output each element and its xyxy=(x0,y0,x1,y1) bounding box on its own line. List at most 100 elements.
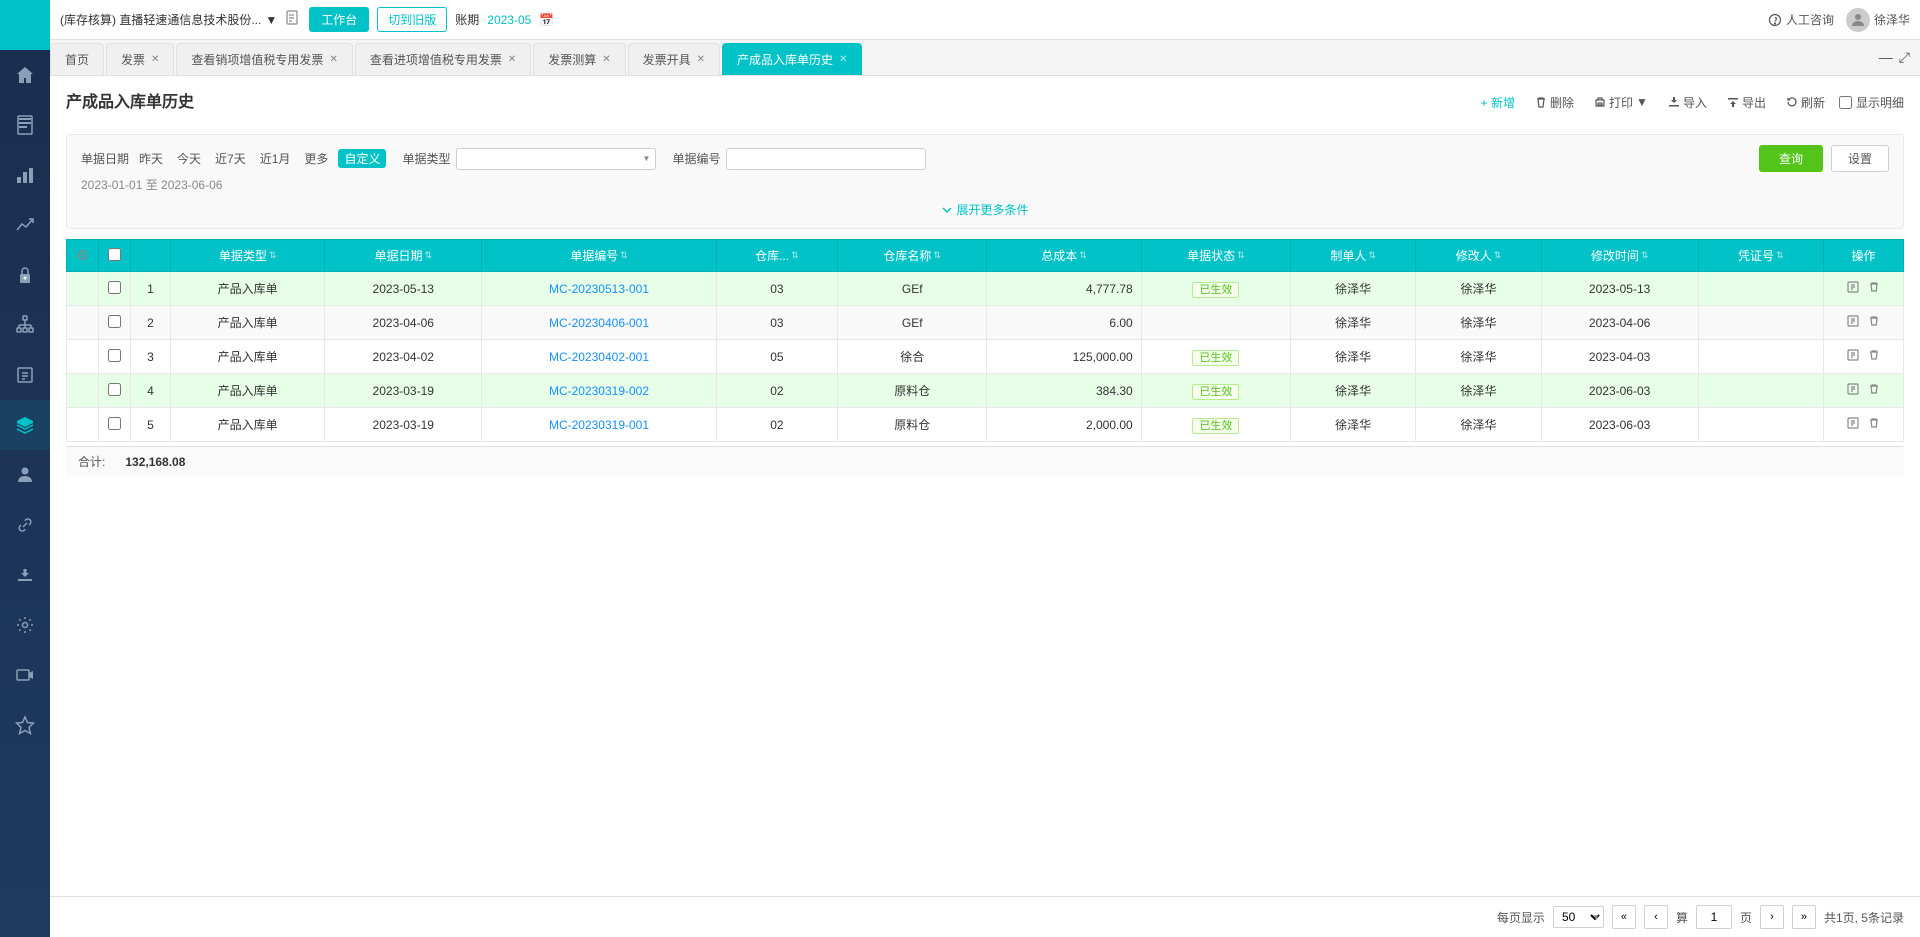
expand-filter-btn[interactable]: 展开更多条件 xyxy=(941,201,1028,218)
workbench-button[interactable]: 工作台 xyxy=(309,7,369,32)
row-checkbox-2[interactable] xyxy=(99,340,131,374)
row-number-2[interactable]: MC-20230402-001 xyxy=(482,340,716,374)
row-delete-btn-0[interactable] xyxy=(1865,278,1883,299)
col-checkbox-header[interactable] xyxy=(99,240,131,272)
sidebar-item-video[interactable] xyxy=(0,650,50,700)
filter-settings-button[interactable]: 设置 xyxy=(1831,145,1889,172)
col-modify-time-header[interactable]: 修改时间 xyxy=(1541,240,1698,272)
table-settings-button[interactable]: ⚙ xyxy=(76,247,89,264)
sidebar-item-doc[interactable] xyxy=(0,100,50,150)
app-logo[interactable] xyxy=(0,0,50,50)
tab-invoice-calc[interactable]: 发票测算 ✕ xyxy=(533,43,625,75)
row-edit-btn-0[interactable] xyxy=(1844,278,1862,299)
col-warehouse-code-header[interactable]: 仓库... xyxy=(716,240,837,272)
row-checkbox-3[interactable] xyxy=(99,374,131,408)
week-btn[interactable]: 近7天 xyxy=(211,149,250,168)
sidebar-item-settings[interactable] xyxy=(0,600,50,650)
print-button[interactable]: 打印 ▼ xyxy=(1588,91,1654,114)
tab-product-inbound[interactable]: 产成品入库单历史 ✕ xyxy=(722,43,862,75)
row-delete-btn-3[interactable] xyxy=(1865,380,1883,401)
refresh-button[interactable]: 刷新 xyxy=(1780,91,1831,114)
switch-version-button[interactable]: 切到旧版 xyxy=(377,7,447,32)
col-warehouse-name-header[interactable]: 仓库名称 xyxy=(838,240,987,272)
row-select-1[interactable] xyxy=(108,315,121,328)
query-button[interactable]: 查询 xyxy=(1759,145,1823,172)
row-delete-btn-4[interactable] xyxy=(1865,414,1883,435)
row-number-3[interactable]: MC-20230319-002 xyxy=(482,374,716,408)
last-page-button[interactable]: » xyxy=(1792,905,1816,929)
first-page-button[interactable]: « xyxy=(1612,905,1636,929)
maximize-button[interactable]: ⤢ xyxy=(1899,49,1910,66)
row-checkbox-1[interactable] xyxy=(99,306,131,340)
row-edit-btn-3[interactable] xyxy=(1844,380,1862,401)
import-button[interactable]: 导入 xyxy=(1662,91,1713,114)
row-select-3[interactable] xyxy=(108,383,121,396)
next-page-button[interactable]: › xyxy=(1760,905,1784,929)
user-menu[interactable]: 徐泽华 xyxy=(1846,8,1910,32)
calendar-icon[interactable]: 📅 xyxy=(539,13,554,27)
sidebar-item-lock[interactable] xyxy=(0,250,50,300)
export-button[interactable]: 导出 xyxy=(1721,91,1772,114)
number-input[interactable] xyxy=(726,148,926,170)
sidebar-item-org[interactable] xyxy=(0,300,50,350)
row-select-2[interactable] xyxy=(108,349,121,362)
tab-home[interactable]: 首页 xyxy=(50,43,104,75)
col-type-header[interactable]: 单据类型 xyxy=(171,240,325,272)
tab-sales-vat-close[interactable]: ✕ xyxy=(329,54,337,65)
more-btn[interactable]: 更多 xyxy=(300,149,332,168)
row-select-4[interactable] xyxy=(108,417,121,430)
sidebar-item-link[interactable] xyxy=(0,500,50,550)
row-edit-btn-4[interactable] xyxy=(1844,414,1862,435)
type-select[interactable] xyxy=(456,148,656,170)
per-page-select[interactable]: 50 100 200 xyxy=(1553,906,1604,928)
tab-invoice[interactable]: 发票 ✕ xyxy=(106,43,174,75)
col-modifier-header[interactable]: 修改人 xyxy=(1416,240,1541,272)
col-number-header[interactable]: 单据编号 xyxy=(482,240,716,272)
row-number-4[interactable]: MC-20230319-001 xyxy=(482,408,716,442)
row-checkbox-4[interactable] xyxy=(99,408,131,442)
show-detail-toggle[interactable]: 显示明细 xyxy=(1839,94,1904,111)
col-status-header[interactable]: 单据状态 xyxy=(1141,240,1290,272)
select-all-checkbox[interactable] xyxy=(108,248,121,261)
delete-button[interactable]: 删除 xyxy=(1529,91,1580,114)
row-checkbox-0[interactable] xyxy=(99,272,131,306)
tab-invoice-close[interactable]: ✕ xyxy=(151,54,159,65)
sidebar-item-person[interactable] xyxy=(0,450,50,500)
company-selector[interactable]: (库存核算) 直播轻速通信息技术股份... ▼ xyxy=(60,11,277,28)
page-number-input[interactable] xyxy=(1696,905,1732,929)
yesterday-btn[interactable]: 昨天 xyxy=(135,149,167,168)
col-creator-header[interactable]: 制单人 xyxy=(1291,240,1416,272)
tab-invoice-issue[interactable]: 发票开具 ✕ xyxy=(628,43,720,75)
new-button[interactable]: + 新增 xyxy=(1475,91,1521,114)
tab-purchase-vat[interactable]: 查看进项增值税专用发票 ✕ xyxy=(355,43,531,75)
custom-btn[interactable]: 自定义 xyxy=(338,149,386,168)
row-number-1[interactable]: MC-20230406-001 xyxy=(482,306,716,340)
tab-purchase-vat-close[interactable]: ✕ xyxy=(508,54,516,65)
tab-invoice-calc-close[interactable]: ✕ xyxy=(602,54,610,65)
tab-product-inbound-close[interactable]: ✕ xyxy=(839,54,847,65)
sidebar-item-inventory[interactable] xyxy=(0,400,50,450)
col-date-header[interactable]: 单据日期 xyxy=(325,240,482,272)
support-link[interactable]: 人工咨询 xyxy=(1768,11,1834,28)
row-edit-btn-2[interactable] xyxy=(1844,346,1862,367)
sidebar-item-download[interactable] xyxy=(0,550,50,600)
row-number-0[interactable]: MC-20230513-001 xyxy=(482,272,716,306)
sidebar-item-task[interactable] xyxy=(0,350,50,400)
col-total-cost-header[interactable]: 总成本 xyxy=(987,240,1141,272)
tab-sales-vat[interactable]: 查看销项增值税专用发票 ✕ xyxy=(176,43,352,75)
minimize-button[interactable]: — xyxy=(1879,49,1893,65)
today-btn[interactable]: 今天 xyxy=(173,149,205,168)
sidebar-item-analysis[interactable] xyxy=(0,200,50,250)
show-detail-checkbox[interactable] xyxy=(1839,96,1852,109)
prev-page-button[interactable]: ‹ xyxy=(1644,905,1668,929)
sidebar-item-home[interactable] xyxy=(0,50,50,100)
row-select-0[interactable] xyxy=(108,281,121,294)
row-edit-btn-1[interactable] xyxy=(1844,312,1862,333)
col-voucher-header[interactable]: 凭证号 xyxy=(1698,240,1823,272)
month-btn[interactable]: 近1月 xyxy=(256,149,295,168)
sidebar-item-star[interactable] xyxy=(0,700,50,750)
tab-invoice-issue-close[interactable]: ✕ xyxy=(697,54,705,65)
row-delete-btn-2[interactable] xyxy=(1865,346,1883,367)
row-delete-btn-1[interactable] xyxy=(1865,312,1883,333)
sidebar-item-chart[interactable] xyxy=(0,150,50,200)
